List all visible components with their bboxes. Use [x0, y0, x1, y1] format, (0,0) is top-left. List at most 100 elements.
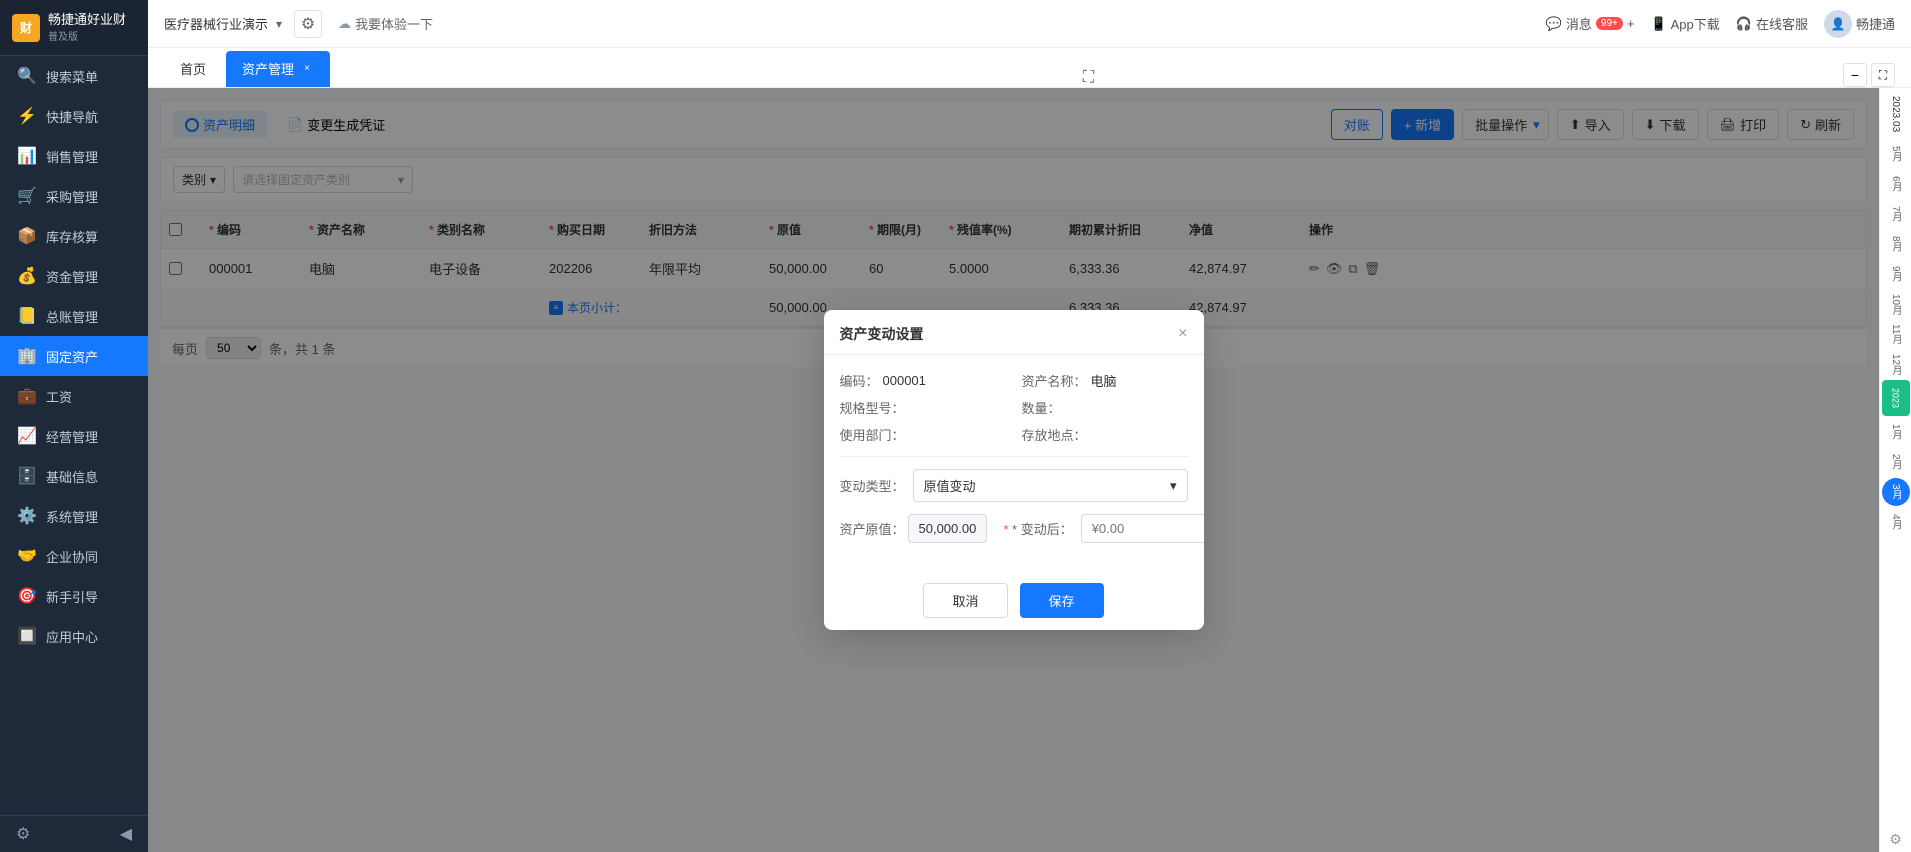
modal-name-item: 资产名称： 电脑	[1022, 371, 1188, 390]
modal-footer: 取消 保存	[824, 571, 1204, 630]
cal-month-8[interactable]: 8月	[1882, 230, 1910, 258]
settings-icon: ⚙️	[16, 506, 38, 526]
topbar-left: 医疗器械行业演示 ▾ ⚙ ☁ 我要体验一下	[164, 10, 1546, 38]
chart-icon: 📊	[16, 146, 38, 166]
sidebar-item-search[interactable]: 🔍 搜索菜单	[0, 56, 148, 96]
briefcase-icon: 💼	[16, 386, 38, 406]
sidebar-item-sales[interactable]: 📊 销售管理	[0, 136, 148, 176]
cal-month-11[interactable]: 11月	[1882, 320, 1910, 348]
sidebar-item-base-info[interactable]: 🗄️ 基础信息	[0, 456, 148, 496]
sidebar-item-enterprise[interactable]: 🤝 企业协同	[0, 536, 148, 576]
experience-area: ☁ 我要体验一下	[338, 14, 433, 33]
database-icon: 🗄️	[16, 466, 38, 486]
topbar-right: 💬 消息 99+ + 📱 App下载 🎧 在线客服 👤 畅捷通	[1546, 10, 1895, 38]
phone-icon: 📱	[1650, 16, 1666, 32]
box-icon: 📦	[16, 226, 38, 246]
modal-close-button[interactable]: ×	[1178, 325, 1187, 343]
modal-change-type-field: 变动类型： 原值变动 ▾	[840, 469, 1188, 502]
tab-asset-management[interactable]: 资产管理 ×	[226, 51, 330, 87]
sidebar: 财 畅捷通好业财 普及版 🔍 搜索菜单 ⚡ 快捷导航 📊 销售管理 🛒 采购管理…	[0, 0, 148, 852]
grid-icon: 🔲	[16, 626, 38, 646]
sidebar-logo: 财 畅捷通好业财 普及版	[0, 0, 148, 56]
asset-change-modal: 资产变动设置 × 编码： 000001 资产名称： 电脑	[824, 310, 1204, 630]
target-icon: 🎯	[16, 586, 38, 606]
sidebar-item-system[interactable]: ⚙️ 系统管理	[0, 496, 148, 536]
change-type-select[interactable]: 原值变动 ▾	[913, 469, 1188, 502]
window-maximize-button[interactable]: ⛶	[1871, 63, 1895, 87]
search-icon: 🔍	[16, 66, 38, 86]
message-icon: 💬	[1546, 16, 1562, 32]
modal-value-field: 资产原值： 50,000.00 * * 变动后：	[840, 514, 1188, 543]
flash-icon: ⚡	[16, 106, 38, 126]
sidebar-item-fixed-assets[interactable]: 🏢 固定资产	[0, 336, 148, 376]
modal-code-item: 编码： 000001	[840, 371, 1006, 390]
modal-header: 资产变动设置 ×	[824, 310, 1204, 355]
window-minimize-button[interactable]: −	[1843, 63, 1867, 87]
settings-gear-button[interactable]: ⚙	[294, 10, 322, 38]
cal-month-3[interactable]: 3月	[1882, 478, 1910, 506]
cal-month-1[interactable]: 1月	[1882, 418, 1910, 446]
sidebar-item-quick-nav[interactable]: ⚡ 快捷导航	[0, 96, 148, 136]
cal-month-12[interactable]: 12月	[1882, 350, 1910, 378]
cal-month-9[interactable]: 9月	[1882, 260, 1910, 288]
cal-month-5[interactable]: 5月	[1882, 140, 1910, 168]
sidebar-item-operations[interactable]: 📈 经营管理	[0, 416, 148, 456]
expand-icon: ⛶	[1083, 69, 1094, 87]
after-change-input[interactable]	[1081, 514, 1204, 543]
headset-icon: 🎧	[1736, 16, 1752, 32]
sidebar-item-app-center[interactable]: 🔲 应用中心	[0, 616, 148, 656]
cal-year-2023[interactable]: 2023	[1882, 380, 1910, 416]
original-value-display: 50,000.00	[908, 514, 988, 543]
company-dropdown[interactable]: ▾	[276, 17, 282, 31]
app-logo-icon: 财	[12, 14, 40, 42]
collapse-icon[interactable]: ◀	[120, 824, 132, 844]
cloud-icon: ☁	[338, 16, 351, 32]
user-area[interactable]: 👤 畅捷通	[1824, 10, 1895, 38]
modal-spec-item: 规格型号：	[840, 398, 1006, 417]
trending-icon: 📈	[16, 426, 38, 446]
cal-month-2[interactable]: 2月	[1882, 448, 1910, 476]
handshake-icon: 🤝	[16, 546, 38, 566]
cal-month-6[interactable]: 6月	[1882, 170, 1910, 198]
tab-home[interactable]: 首页	[164, 51, 222, 87]
sidebar-nav: 🔍 搜索菜单 ⚡ 快捷导航 📊 销售管理 🛒 采购管理 📦 库存核算 💰 资金管…	[0, 56, 148, 815]
sidebar-item-finance[interactable]: 💰 资金管理	[0, 256, 148, 296]
tab-close-icon[interactable]: ×	[300, 61, 314, 75]
change-type-arrow-icon: ▾	[1170, 478, 1177, 494]
cal-month-4[interactable]: 4月	[1882, 508, 1910, 536]
save-button[interactable]: 保存	[1020, 583, 1104, 618]
calendar-year-label: 2023.03	[1890, 92, 1901, 136]
modal-overlay: 资产变动设置 × 编码： 000001 资产名称： 电脑	[148, 88, 1879, 852]
online-service-button[interactable]: 🎧 在线客服	[1736, 14, 1808, 33]
modal-body: 编码： 000001 资产名称： 电脑 规格型号：	[824, 355, 1204, 571]
sidebar-item-purchase[interactable]: 🛒 采购管理	[0, 176, 148, 216]
settings-bottom-icon[interactable]: ⚙	[16, 824, 30, 844]
content-area: 资产明细 📄 变更生成凭证 对账 + 新增 批量操作 ▾ ⬆	[148, 88, 1911, 852]
cal-month-7[interactable]: 7月	[1882, 200, 1910, 228]
sidebar-item-guide[interactable]: 🎯 新手引导	[0, 576, 148, 616]
message-button[interactable]: 💬 消息 99+ +	[1546, 14, 1635, 33]
company-name: 医疗器械行业演示	[164, 14, 268, 33]
modal-info-grid: 编码： 000001 资产名称： 电脑 规格型号：	[840, 371, 1188, 457]
badge-plus: +	[1627, 16, 1635, 31]
sidebar-item-ledger[interactable]: 📒 总账管理	[0, 296, 148, 336]
app-logo-text: 畅捷通好业财 普及版	[48, 12, 126, 43]
building-icon: 🏢	[16, 346, 38, 366]
sidebar-item-inventory[interactable]: 📦 库存核算	[0, 216, 148, 256]
page-content: 资产明细 📄 变更生成凭证 对账 + 新增 批量操作 ▾ ⬆	[148, 88, 1879, 852]
modal-quantity-item: 数量：	[1022, 398, 1188, 417]
sidebar-footer: ⚙ ◀	[0, 815, 148, 852]
message-badge: 99+	[1596, 17, 1623, 30]
modal-title: 资产变动设置	[840, 324, 924, 344]
money-icon: 💰	[16, 266, 38, 286]
app-download-button[interactable]: 📱 App下载	[1650, 14, 1719, 33]
cal-month-10[interactable]: 10月	[1882, 290, 1910, 318]
book-icon: 📒	[16, 306, 38, 326]
tab-expand-button[interactable]: ⛶	[1083, 69, 1094, 87]
modal-location-item: 存放地点：	[1022, 425, 1188, 444]
avatar: 👤	[1824, 10, 1852, 38]
cal-settings-icon[interactable]: ⚙	[1889, 831, 1902, 848]
cancel-button[interactable]: 取消	[923, 583, 1007, 618]
sidebar-item-payroll[interactable]: 💼 工资	[0, 376, 148, 416]
modal-dept-item: 使用部门：	[840, 425, 1006, 444]
